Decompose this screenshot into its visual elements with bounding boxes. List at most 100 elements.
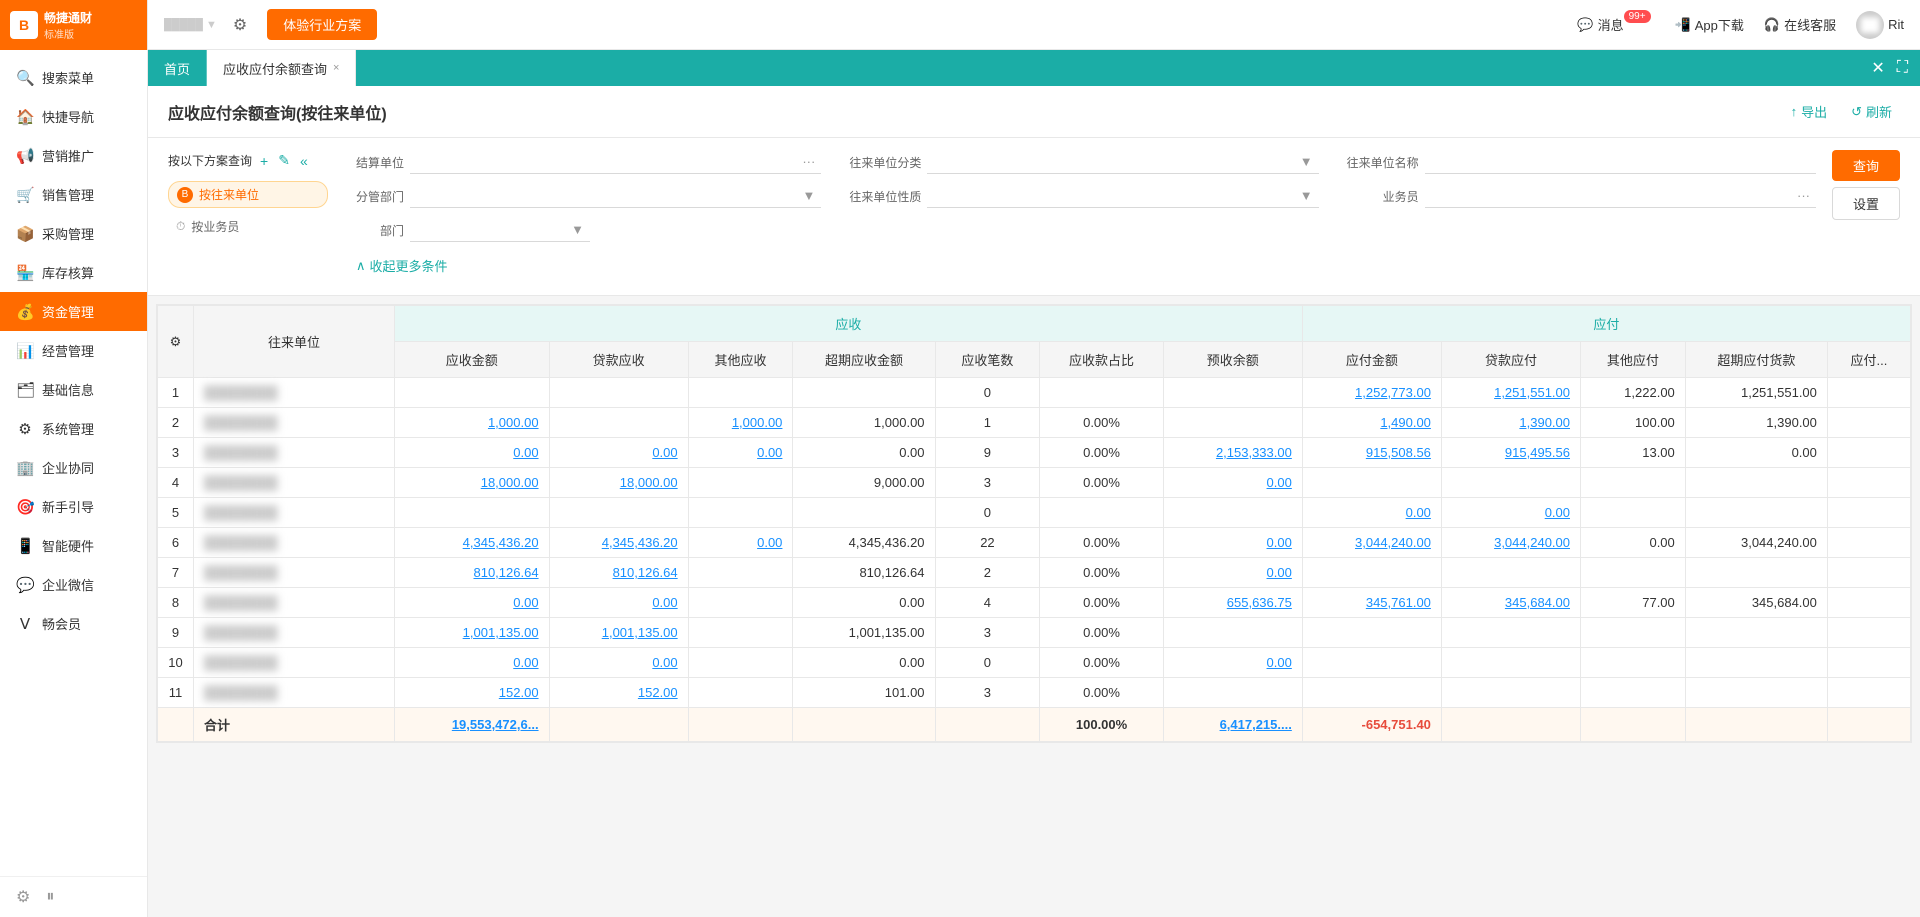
- sidebar-item-marketing[interactable]: 📢 营销推广: [0, 136, 147, 175]
- query-button[interactable]: 查询: [1832, 150, 1900, 181]
- sidebar-item-fund[interactable]: 💰 资金管理: [0, 292, 147, 331]
- cell-link[interactable]: 655,636.75: [1227, 595, 1292, 610]
- cell-link[interactable]: 915,495.56: [1505, 445, 1570, 460]
- sidebar-item-corp-wechat[interactable]: 💬 企业微信: [0, 565, 147, 604]
- sidebar-item-smart-hw[interactable]: 📱 智能硬件: [0, 526, 147, 565]
- total-ar-link[interactable]: 19,553,472,6...: [452, 717, 539, 732]
- cell-link[interactable]: 3,044,240.00: [1355, 535, 1431, 550]
- cell-link[interactable]: 0.00: [1267, 565, 1292, 580]
- online-service-button[interactable]: 🎧 在线客服: [1764, 15, 1836, 34]
- collapse-footer-icon[interactable]: ⏸: [46, 888, 54, 906]
- cell-link[interactable]: 1,251,551.00: [1494, 385, 1570, 400]
- message-badge: 99+: [1624, 10, 1651, 23]
- total-prepay-link[interactable]: 6,417,215....: [1220, 717, 1292, 732]
- plan-button[interactable]: 体验行业方案: [267, 9, 377, 40]
- cell-link[interactable]: 0.00: [1267, 535, 1292, 550]
- sidebar-item-inventory[interactable]: 🏪 库存核算: [0, 253, 147, 292]
- sidebar-item-corp-collab[interactable]: 🏢 企业协同: [0, 448, 147, 487]
- cell-link[interactable]: 18,000.00: [620, 475, 678, 490]
- cell-link[interactable]: 345,761.00: [1366, 595, 1431, 610]
- sidebar-item-basic-info[interactable]: 🗂 基础信息: [0, 370, 147, 409]
- cell-link[interactable]: 1,000.00: [488, 415, 539, 430]
- cell-link[interactable]: 4,345,436.20: [463, 535, 539, 550]
- cell-link[interactable]: 152.00: [499, 685, 539, 700]
- scheme-option-by-unit[interactable]: B 按往来单位: [168, 181, 328, 208]
- cell-link[interactable]: 345,684.00: [1505, 595, 1570, 610]
- setting-button[interactable]: 设置: [1832, 187, 1900, 220]
- cell-link[interactable]: 0.00: [1267, 655, 1292, 670]
- cell-link[interactable]: 0.00: [757, 445, 782, 460]
- sidebar-item-purchase[interactable]: 📦 采购管理: [0, 214, 147, 253]
- cell-link[interactable]: 0.00: [1406, 505, 1431, 520]
- dept-select[interactable]: ▼: [410, 184, 821, 208]
- sidebar-item-guide[interactable]: 🎯 新手引导: [0, 487, 147, 526]
- cell-link[interactable]: 1,390.00: [1519, 415, 1570, 430]
- add-scheme-button[interactable]: +: [258, 151, 270, 171]
- sidebar-item-sales[interactable]: 🛒 销售管理: [0, 175, 147, 214]
- cell-link[interactable]: 0.00: [1267, 475, 1292, 490]
- cell: 4,345,436.20: [394, 528, 549, 558]
- sidebar-item-search-menu[interactable]: 🔍 搜索菜单: [0, 58, 147, 97]
- tab-home[interactable]: 首页: [148, 50, 207, 86]
- cell-link[interactable]: 810,126.64: [473, 565, 538, 580]
- unit-nature-select[interactable]: ▼: [927, 184, 1318, 208]
- tab-close-window-icon[interactable]: ✕: [1871, 58, 1884, 78]
- tab-maximize-icon[interactable]: ⛶: [1897, 59, 1908, 77]
- sidebar-item-operation[interactable]: 📊 经营管理: [0, 331, 147, 370]
- settings-footer-icon[interactable]: ⚙: [16, 887, 30, 907]
- collapse-more-button[interactable]: ∧ 收起更多条件: [344, 252, 460, 279]
- fund-icon: 💰: [16, 303, 34, 321]
- cell-link[interactable]: 0.00: [1545, 505, 1570, 520]
- cell-link[interactable]: 18,000.00: [481, 475, 539, 490]
- sidebar-item-label: 快捷导航: [42, 107, 94, 126]
- sidebar-item-label: 库存核算: [42, 263, 94, 282]
- sidebar-item-vip[interactable]: Ⅴ 畅会员: [0, 604, 147, 643]
- payable-group-header: 应付: [1302, 306, 1910, 342]
- cell-link[interactable]: 0.00: [652, 595, 677, 610]
- cell-link[interactable]: 3,044,240.00: [1494, 535, 1570, 550]
- sidebar-item-quick-nav[interactable]: 🏠 快捷导航: [0, 97, 147, 136]
- tab-close-icon[interactable]: ×: [333, 62, 339, 74]
- cell-link[interactable]: 0.00: [513, 595, 538, 610]
- cell-link[interactable]: 1,001,135.00: [602, 625, 678, 640]
- unit-name-input[interactable]: [1425, 151, 1816, 174]
- edit-scheme-button[interactable]: ✎: [276, 150, 292, 171]
- filter-unit-nature: 往来单位性质 ▼: [841, 184, 1318, 208]
- sidebar-item-system[interactable]: ⚙ 系统管理: [0, 409, 147, 448]
- cell-link[interactable]: 4,345,436.20: [602, 535, 678, 550]
- cell-link[interactable]: 0.00: [652, 655, 677, 670]
- cell-link[interactable]: 1,252,773.00: [1355, 385, 1431, 400]
- collapse-scheme-button[interactable]: «: [298, 151, 310, 171]
- cell-link[interactable]: 915,508.56: [1366, 445, 1431, 460]
- message-button[interactable]: 💬 消息 99+: [1577, 15, 1654, 34]
- cell-link[interactable]: 0.00: [513, 445, 538, 460]
- gear-button[interactable]: ⚙: [233, 15, 247, 35]
- tab-ar-query[interactable]: 应收应付余额查询 ×: [207, 50, 356, 86]
- cell-link[interactable]: 1,001,135.00: [463, 625, 539, 640]
- settings-col-header[interactable]: ⚙: [158, 306, 194, 378]
- cell: 655,636.75: [1163, 588, 1302, 618]
- user-avatar-area[interactable]: ██ Rit: [1856, 11, 1904, 39]
- settlement-unit-input[interactable]: ···: [410, 150, 821, 174]
- total-ar-count: [935, 708, 1040, 742]
- cell-link[interactable]: 0.00: [757, 535, 782, 550]
- refresh-button[interactable]: ↺ 刷新: [1843, 98, 1900, 125]
- app-download-button[interactable]: 📲 App下载: [1675, 15, 1744, 34]
- department-select[interactable]: ▼: [410, 218, 590, 242]
- unit-category-select[interactable]: ▼: [927, 150, 1318, 174]
- table-row: 5 ████████ 0 0.00 0.00: [158, 498, 1911, 528]
- table-row: 2 ████████ 1,000.00 1,000.00 1,000.00 1 …: [158, 408, 1911, 438]
- cell: 1,000.00: [688, 408, 793, 438]
- cell-link[interactable]: 152.00: [638, 685, 678, 700]
- salesman-input[interactable]: ···: [1425, 184, 1816, 208]
- cell-link[interactable]: 810,126.64: [613, 565, 678, 580]
- ap-more-cell: [1827, 408, 1910, 438]
- cell-link[interactable]: 1,490.00: [1380, 415, 1431, 430]
- scheme-option-by-salesman[interactable]: ⏱ 按业务员: [168, 214, 328, 239]
- export-button[interactable]: ↑ 导出: [1783, 98, 1836, 125]
- total-ar-overdue: [793, 708, 935, 742]
- cell-link[interactable]: 2,153,333.00: [1216, 445, 1292, 460]
- cell-link[interactable]: 0.00: [652, 445, 677, 460]
- cell-link[interactable]: 0.00: [513, 655, 538, 670]
- cell-link[interactable]: 1,000.00: [732, 415, 783, 430]
